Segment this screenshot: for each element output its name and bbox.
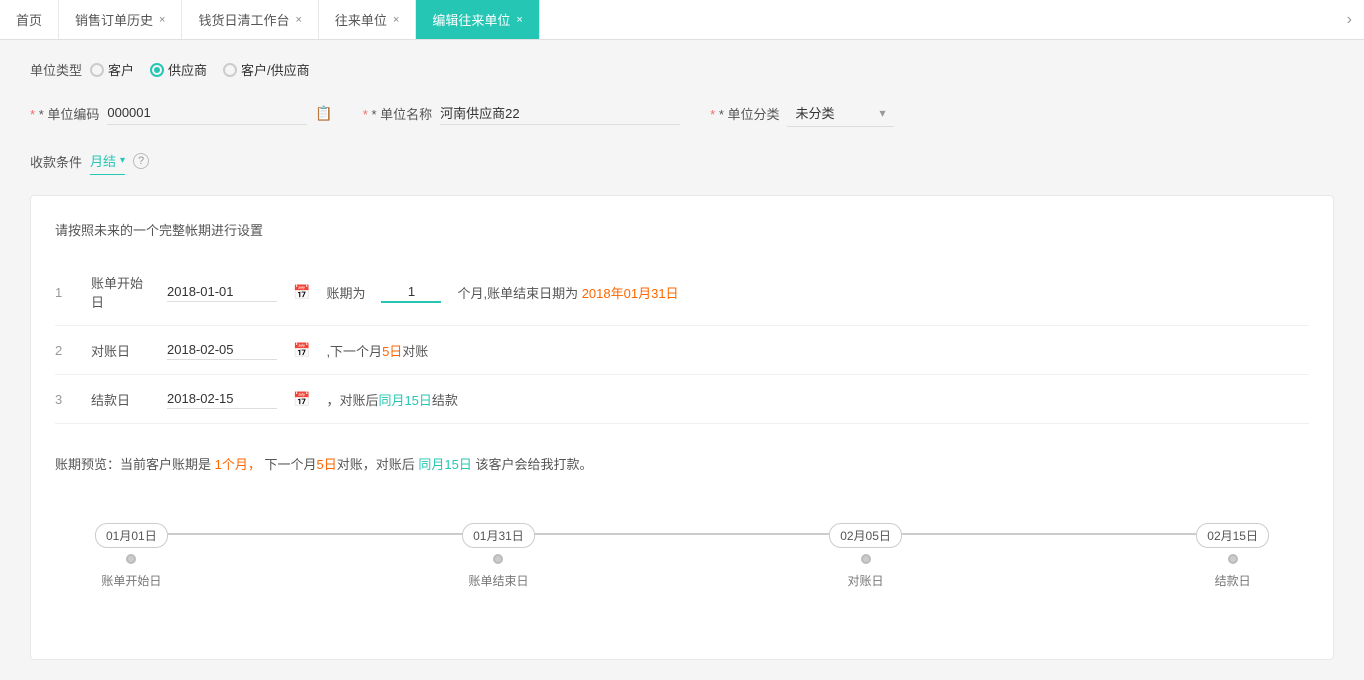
row-3-desc: ，对账后同月15日结款 xyxy=(326,390,458,409)
row-3-label: 结款日 xyxy=(91,390,151,409)
row-1-date-input[interactable] xyxy=(167,282,277,302)
unit-code-copy-icon[interactable]: 📋 xyxy=(315,105,332,122)
unit-name-label: * * 单位名称 xyxy=(363,104,432,123)
timeline-desc-reconcile: 对账日 xyxy=(848,572,884,589)
timeline-desc-start: 账单开始日 xyxy=(101,572,161,589)
tab-edit-partner-close[interactable]: × xyxy=(516,14,522,26)
timeline-points: 01月01日 账单开始日 01月31日 账单结束日 02月05日 对账日 02月… xyxy=(95,523,1269,589)
timeline-desc-end: 账单结束日 xyxy=(468,572,528,589)
row-3-date-input[interactable] xyxy=(167,389,277,409)
panel-hint: 请按照未来的一个完整帐期进行设置 xyxy=(55,220,1309,239)
setting-row-3: 3 结款日 📅 ，对账后同月15日结款 xyxy=(55,375,1309,424)
row-3-num: 3 xyxy=(55,392,75,407)
page-content: 单位类型 客户 供应商 客户/供应商 * * 单位编码 📋 xyxy=(0,40,1364,680)
setting-row-2: 2 对账日 📅 ,下一个月5日对账 xyxy=(55,326,1309,375)
row-1-period-unit: 个月,账单结束日期为 2018年01月31日 xyxy=(457,283,678,302)
tab-sales-history-close[interactable]: × xyxy=(159,14,165,26)
unit-name-field: * * 单位名称 xyxy=(363,101,680,125)
timeline-point-payment: 02月15日 结款日 xyxy=(1196,523,1269,589)
payment-terms-label: 收款条件 xyxy=(30,152,82,171)
tab-partner-unit[interactable]: 往来单位 × xyxy=(319,0,416,39)
preview-payment-highlight: 同月15日 xyxy=(418,457,471,472)
tab-sales-history[interactable]: 销售订单历史 × xyxy=(59,0,182,39)
payment-terms-field: 收款条件 月结 ▾ ? xyxy=(30,147,149,175)
tab-partner-unit-close[interactable]: × xyxy=(393,14,399,26)
payment-terms-row: 收款条件 月结 ▾ ? xyxy=(30,147,1334,175)
timeline-date-reconcile: 02月05日 xyxy=(829,523,902,548)
radio-both-label: 客户/供应商 xyxy=(241,60,310,79)
timeline-date-start: 01月01日 xyxy=(95,523,168,548)
radio-customer[interactable]: 客户 xyxy=(90,60,134,79)
unit-category-arrow: ▾ xyxy=(879,106,885,120)
row-1-num: 1 xyxy=(55,285,75,300)
unit-type-label: 单位类型 xyxy=(30,60,82,79)
timeline-point-reconcile: 02月05日 对账日 xyxy=(829,523,902,589)
row-3-calendar-icon[interactable]: 📅 xyxy=(293,391,310,408)
tab-cash-work[interactable]: 钱货日清工作台 × xyxy=(182,0,318,39)
preview-reconcile-highlight: 5日 xyxy=(317,457,337,472)
unit-code-label: * * 单位编码 xyxy=(30,104,99,123)
row-1-label: 账单开始日 xyxy=(91,273,151,311)
radio-customer-label: 客户 xyxy=(108,60,134,79)
radio-supplier-label: 供应商 xyxy=(168,60,207,79)
radio-supplier[interactable]: 供应商 xyxy=(150,60,207,79)
radio-both[interactable]: 客户/供应商 xyxy=(223,60,310,79)
row-2-date-input[interactable] xyxy=(167,340,277,360)
unit-category-label: * * 单位分类 xyxy=(710,104,779,123)
payment-terms-value: 月结 xyxy=(90,151,116,170)
unit-type-row: 单位类型 客户 供应商 客户/供应商 xyxy=(30,60,1334,79)
row-2-highlight: 5日 xyxy=(382,344,402,359)
row-2-num: 2 xyxy=(55,343,75,358)
radio-supplier-circle xyxy=(150,63,164,77)
unit-category-select[interactable]: 未分类 ▾ xyxy=(787,99,893,127)
unit-name-input[interactable] xyxy=(440,101,680,125)
preview-section: 账期预览：当前客户账期是 1个月， 下一个月5日对账，对账后 同月15日 该客户… xyxy=(55,444,1309,473)
tab-cash-work-close[interactable]: × xyxy=(295,14,301,26)
tabs-bar: 首页 销售订单历史 × 钱货日清工作台 × 往来单位 × 编辑往来单位 × › xyxy=(0,0,1364,40)
row-3-highlight: 同月15日 xyxy=(378,393,431,408)
timeline: 01月01日 账单开始日 01月31日 账单结束日 02月05日 对账日 02月… xyxy=(55,503,1309,629)
timeline-date-payment: 02月15日 xyxy=(1196,523,1269,548)
row-1-calendar-icon[interactable]: 📅 xyxy=(293,284,310,301)
row-2-calendar-icon[interactable]: 📅 xyxy=(293,342,310,359)
row-1-period-label: 账期为 xyxy=(326,283,365,302)
unit-category-field: * * 单位分类 未分类 ▾ xyxy=(710,99,893,127)
unit-info-row: * * 单位编码 📋 * * 单位名称 * * 单位分类 未分类 ▾ xyxy=(30,99,1334,127)
unit-category-value: 未分类 xyxy=(795,103,875,122)
row-2-label: 对账日 xyxy=(91,341,151,360)
timeline-point-end: 01月31日 账单结束日 xyxy=(462,523,535,589)
tab-edit-partner[interactable]: 编辑往来单位 × xyxy=(416,0,539,39)
timeline-date-end: 01月31日 xyxy=(462,523,535,548)
settings-panel: 请按照未来的一个完整帐期进行设置 1 账单开始日 📅 账期为 个月,账单结束日期… xyxy=(30,195,1334,660)
preview-period: 1个月， xyxy=(215,457,261,472)
timeline-point-start: 01月01日 账单开始日 xyxy=(95,523,168,589)
payment-terms-select[interactable]: 月结 ▾ xyxy=(90,147,125,175)
tab-home[interactable]: 首页 xyxy=(0,0,59,39)
unit-type-field: 单位类型 客户 供应商 客户/供应商 xyxy=(30,60,310,79)
radio-customer-circle xyxy=(90,63,104,77)
timeline-dot-end xyxy=(493,554,503,564)
timeline-dot-payment xyxy=(1228,554,1238,564)
timeline-dot-reconcile xyxy=(861,554,871,564)
timeline-dot-start xyxy=(126,554,136,564)
help-icon[interactable]: ? xyxy=(133,153,149,169)
payment-terms-arrow: ▾ xyxy=(120,155,125,166)
setting-row-1: 1 账单开始日 📅 账期为 个月,账单结束日期为 2018年01月31日 xyxy=(55,259,1309,326)
row-2-desc: ,下一个月5日对账 xyxy=(326,341,428,360)
timeline-desc-payment: 结款日 xyxy=(1215,572,1251,589)
unit-type-radio-group: 客户 供应商 客户/供应商 xyxy=(90,60,310,79)
radio-both-circle xyxy=(223,63,237,77)
row-1-period-input[interactable] xyxy=(381,282,441,303)
tabs-scroll-arrow[interactable]: › xyxy=(1335,11,1364,29)
unit-code-field: * * 单位编码 📋 xyxy=(30,101,333,125)
unit-code-input[interactable] xyxy=(107,101,307,125)
row-1-period-end-date: 2018年01月31日 xyxy=(582,286,679,301)
